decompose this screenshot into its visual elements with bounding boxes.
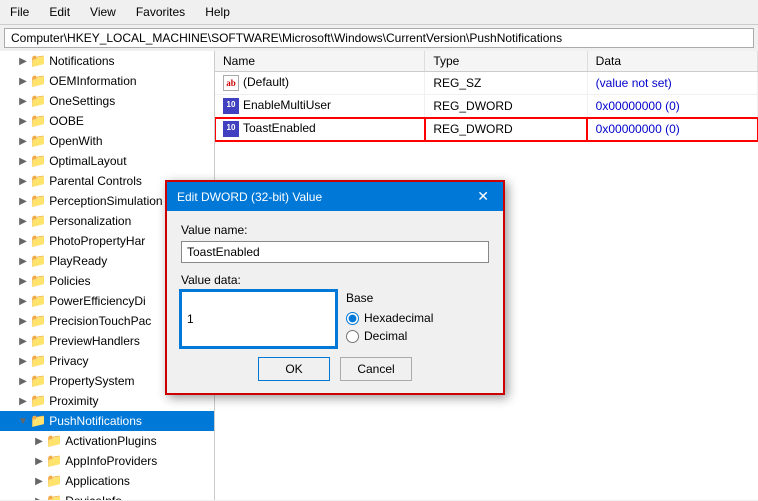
dialog-body: Value name: Value data: Base Hexadecimal… (167, 211, 503, 393)
hexadecimal-label: Hexadecimal (364, 311, 433, 325)
value-name-label: Value name: (181, 223, 489, 237)
dialog-title: Edit DWORD (32-bit) Value (177, 190, 322, 204)
decimal-label: Decimal (364, 329, 407, 343)
data-base-row: Base Hexadecimal Decimal (181, 291, 489, 347)
value-data-input[interactable] (181, 291, 336, 347)
base-section: Base Hexadecimal Decimal (346, 291, 489, 347)
dialog-buttons: OK Cancel (181, 357, 489, 381)
base-label: Base (346, 291, 489, 305)
hexadecimal-radio[interactable] (346, 312, 359, 325)
dialog-titlebar: Edit DWORD (32-bit) Value ✕ (167, 182, 503, 211)
value-data-label: Value data: (181, 273, 489, 287)
ok-button[interactable]: OK (258, 357, 330, 381)
edit-dword-dialog: Edit DWORD (32-bit) Value ✕ Value name: … (165, 180, 505, 395)
dialog-overlay: Edit DWORD (32-bit) Value ✕ Value name: … (0, 0, 758, 501)
hexadecimal-radio-label[interactable]: Hexadecimal (346, 311, 489, 325)
decimal-radio[interactable] (346, 330, 359, 343)
cancel-button[interactable]: Cancel (340, 357, 412, 381)
dialog-close-button[interactable]: ✕ (473, 188, 493, 205)
value-name-input[interactable] (181, 241, 489, 263)
decimal-radio-label[interactable]: Decimal (346, 329, 489, 343)
